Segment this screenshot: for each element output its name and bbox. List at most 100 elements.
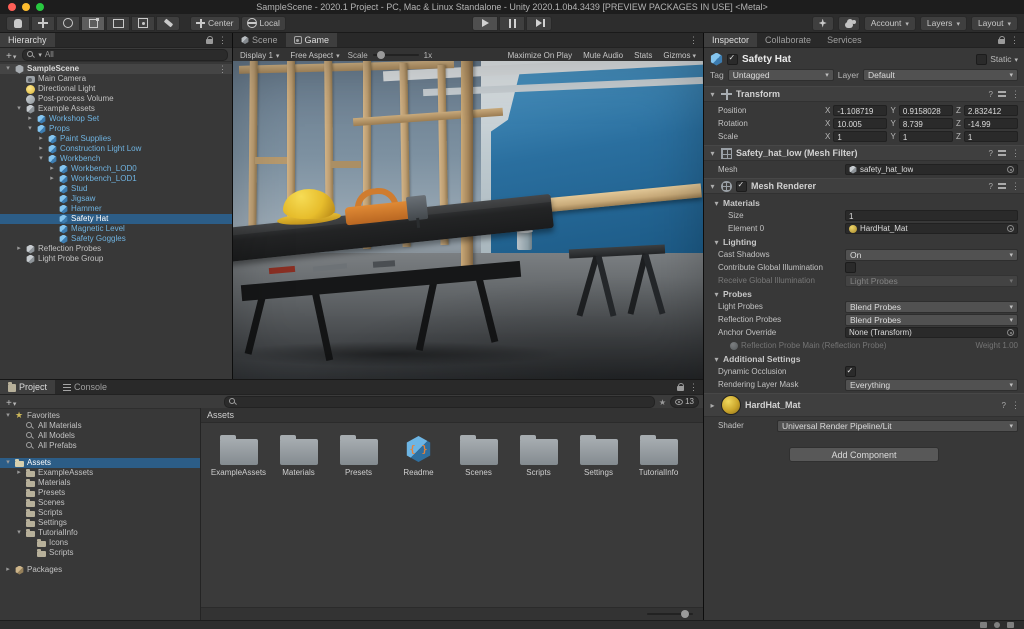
size-field[interactable]: 1 bbox=[845, 210, 1018, 221]
activity-indicator-icon[interactable] bbox=[994, 622, 1000, 628]
hierarchy-item[interactable]: Directional Light bbox=[0, 84, 232, 94]
hierarchy-item[interactable]: ▸ Paint Supplies bbox=[0, 134, 232, 144]
asset-tile[interactable]: Settings bbox=[569, 428, 628, 480]
project-tree-item[interactable]: All Prefabs bbox=[0, 441, 200, 451]
preset-icon[interactable] bbox=[998, 149, 1006, 157]
object-picker-icon[interactable] bbox=[1007, 166, 1014, 173]
foldout-arrow[interactable] bbox=[708, 400, 717, 410]
foldout-arrow[interactable]: ▸ bbox=[37, 134, 45, 144]
game-viewport[interactable] bbox=[233, 61, 703, 379]
probes-foldout[interactable]: Probes bbox=[704, 287, 1024, 300]
project-tree-item[interactable]: ▾ TutorialInfo bbox=[0, 528, 200, 538]
view-tab[interactable]: Game bbox=[286, 33, 338, 47]
foldout-arrow[interactable]: ▾ bbox=[26, 124, 34, 134]
component-menu-icon[interactable] bbox=[1011, 89, 1020, 100]
project-tree-item[interactable]: ▾ Assets bbox=[0, 458, 200, 468]
asset-tile[interactable]: Scripts bbox=[509, 428, 568, 480]
component-menu-icon[interactable] bbox=[1011, 181, 1020, 192]
tab-hierarchy[interactable]: Hierarchy bbox=[0, 33, 55, 47]
foldout-arrow[interactable] bbox=[712, 198, 721, 208]
account-dropdown[interactable]: Account bbox=[864, 16, 916, 31]
move-tool-button[interactable] bbox=[31, 16, 55, 31]
transform-header[interactable]: Transform bbox=[704, 87, 1024, 102]
hierarchy-item[interactable]: Main Camera bbox=[0, 74, 232, 84]
static-checkbox[interactable] bbox=[976, 54, 987, 65]
pivot-local-button[interactable]: Local bbox=[241, 16, 286, 31]
inspector-tab[interactable]: Collaborate bbox=[757, 33, 819, 47]
panel-menu-icon[interactable] bbox=[218, 35, 227, 46]
aspect-dropdown[interactable]: Free Aspect bbox=[287, 49, 342, 61]
additional-settings-foldout[interactable]: Additional Settings bbox=[704, 352, 1024, 365]
material-object-field[interactable]: HardHat_Mat bbox=[845, 223, 1018, 234]
y-field[interactable]: 8.739 bbox=[899, 118, 953, 129]
foldout-arrow[interactable] bbox=[712, 289, 721, 299]
hierarchy-item[interactable]: ▾ Workbench bbox=[0, 154, 232, 164]
maximize-on-play-button[interactable]: Maximize On Play bbox=[505, 49, 575, 61]
project-tree-item[interactable]: ▸ ExampleAssets bbox=[0, 468, 200, 478]
create-object-button[interactable] bbox=[4, 47, 18, 62]
notifications-icon[interactable] bbox=[1007, 622, 1014, 628]
project-tree-item[interactable]: All Models bbox=[0, 431, 200, 441]
material-preview[interactable] bbox=[721, 395, 741, 415]
scale-slider[interactable] bbox=[373, 54, 419, 56]
asset-tile[interactable]: ExampleAssets bbox=[209, 428, 268, 480]
project-tree-item[interactable]: Materials bbox=[0, 478, 200, 488]
y-field[interactable]: 1 bbox=[899, 131, 953, 142]
hierarchy-item[interactable]: ▾ Props bbox=[0, 124, 232, 134]
step-button[interactable] bbox=[526, 16, 552, 31]
active-checkbox[interactable] bbox=[727, 54, 738, 65]
panel-menu-icon[interactable] bbox=[689, 35, 698, 46]
foldout-arrow[interactable] bbox=[712, 237, 721, 247]
rotate-tool-button[interactable] bbox=[56, 16, 80, 31]
x-field[interactable]: -1.108719 bbox=[833, 105, 887, 116]
pause-button[interactable] bbox=[499, 16, 525, 31]
layers-dropdown[interactable]: Layers bbox=[920, 16, 967, 31]
icon-size-slider[interactable] bbox=[647, 613, 693, 615]
asset-tile[interactable]: Readme bbox=[389, 428, 448, 480]
hidden-packages-badge[interactable]: 13 bbox=[670, 396, 699, 408]
x-field[interactable]: 1 bbox=[833, 131, 887, 142]
hierarchy-item[interactable]: Safety Goggles bbox=[0, 234, 232, 244]
object-picker-icon[interactable] bbox=[1007, 225, 1014, 232]
panel-menu-icon[interactable] bbox=[689, 382, 698, 393]
hierarchy-item[interactable]: Stud bbox=[0, 184, 232, 194]
hierarchy-item[interactable]: Hammer bbox=[0, 204, 232, 214]
lock-icon[interactable] bbox=[677, 383, 684, 391]
cloud-button[interactable] bbox=[838, 16, 860, 31]
bottom-tab[interactable]: Console bbox=[55, 380, 115, 394]
asset-tile[interactable]: Materials bbox=[269, 428, 328, 480]
layer-dropdown[interactable]: Default bbox=[863, 69, 1018, 81]
shader-dropdown[interactable]: Universal Render Pipeline/Lit bbox=[777, 420, 1018, 432]
foldout-arrow[interactable]: ▸ bbox=[15, 468, 23, 478]
project-tree-item[interactable]: Icons bbox=[0, 538, 200, 548]
y-field[interactable]: 0.9158028 bbox=[899, 105, 953, 116]
scale-tool-button[interactable] bbox=[81, 16, 105, 31]
mute-audio-button[interactable]: Mute Audio bbox=[580, 49, 626, 61]
foldout-arrow[interactable] bbox=[708, 89, 717, 99]
custom-tool-button[interactable] bbox=[156, 16, 180, 31]
hierarchy-item[interactable]: ▸ Workbench_LOD1 bbox=[0, 174, 232, 184]
hierarchy-item[interactable]: ▾ SampleScene bbox=[0, 64, 232, 74]
lighting-foldout[interactable]: Lighting bbox=[704, 235, 1024, 248]
progress-button[interactable] bbox=[812, 16, 834, 31]
gameobject-name-field[interactable]: Safety Hat bbox=[742, 54, 972, 65]
help-icon[interactable] bbox=[989, 181, 993, 191]
foldout-arrow[interactable]: ▾ bbox=[4, 64, 12, 74]
lock-icon[interactable] bbox=[998, 36, 1005, 44]
foldout-arrow[interactable]: ▸ bbox=[48, 164, 56, 174]
foldout-arrow[interactable] bbox=[708, 181, 717, 191]
project-tree-item[interactable]: Scenes bbox=[0, 498, 200, 508]
slider-handle[interactable] bbox=[681, 610, 689, 618]
component-enabled-checkbox[interactable] bbox=[736, 181, 747, 192]
hierarchy-item[interactable]: ▸ Reflection Probes bbox=[0, 244, 232, 254]
panel-menu-icon[interactable] bbox=[1010, 35, 1019, 46]
play-button[interactable] bbox=[472, 16, 498, 31]
project-tree-item[interactable]: Settings bbox=[0, 518, 200, 528]
tag-dropdown[interactable]: Untagged bbox=[728, 69, 834, 81]
mesh-filter-header[interactable]: Safety_hat_low (Mesh Filter) bbox=[704, 146, 1024, 161]
mesh-renderer-header[interactable]: Mesh Renderer bbox=[704, 179, 1024, 194]
chevron-down-icon[interactable] bbox=[1014, 54, 1018, 64]
z-field[interactable]: 1 bbox=[964, 131, 1018, 142]
help-icon[interactable] bbox=[989, 89, 993, 99]
saved-search-icon[interactable] bbox=[659, 397, 666, 407]
